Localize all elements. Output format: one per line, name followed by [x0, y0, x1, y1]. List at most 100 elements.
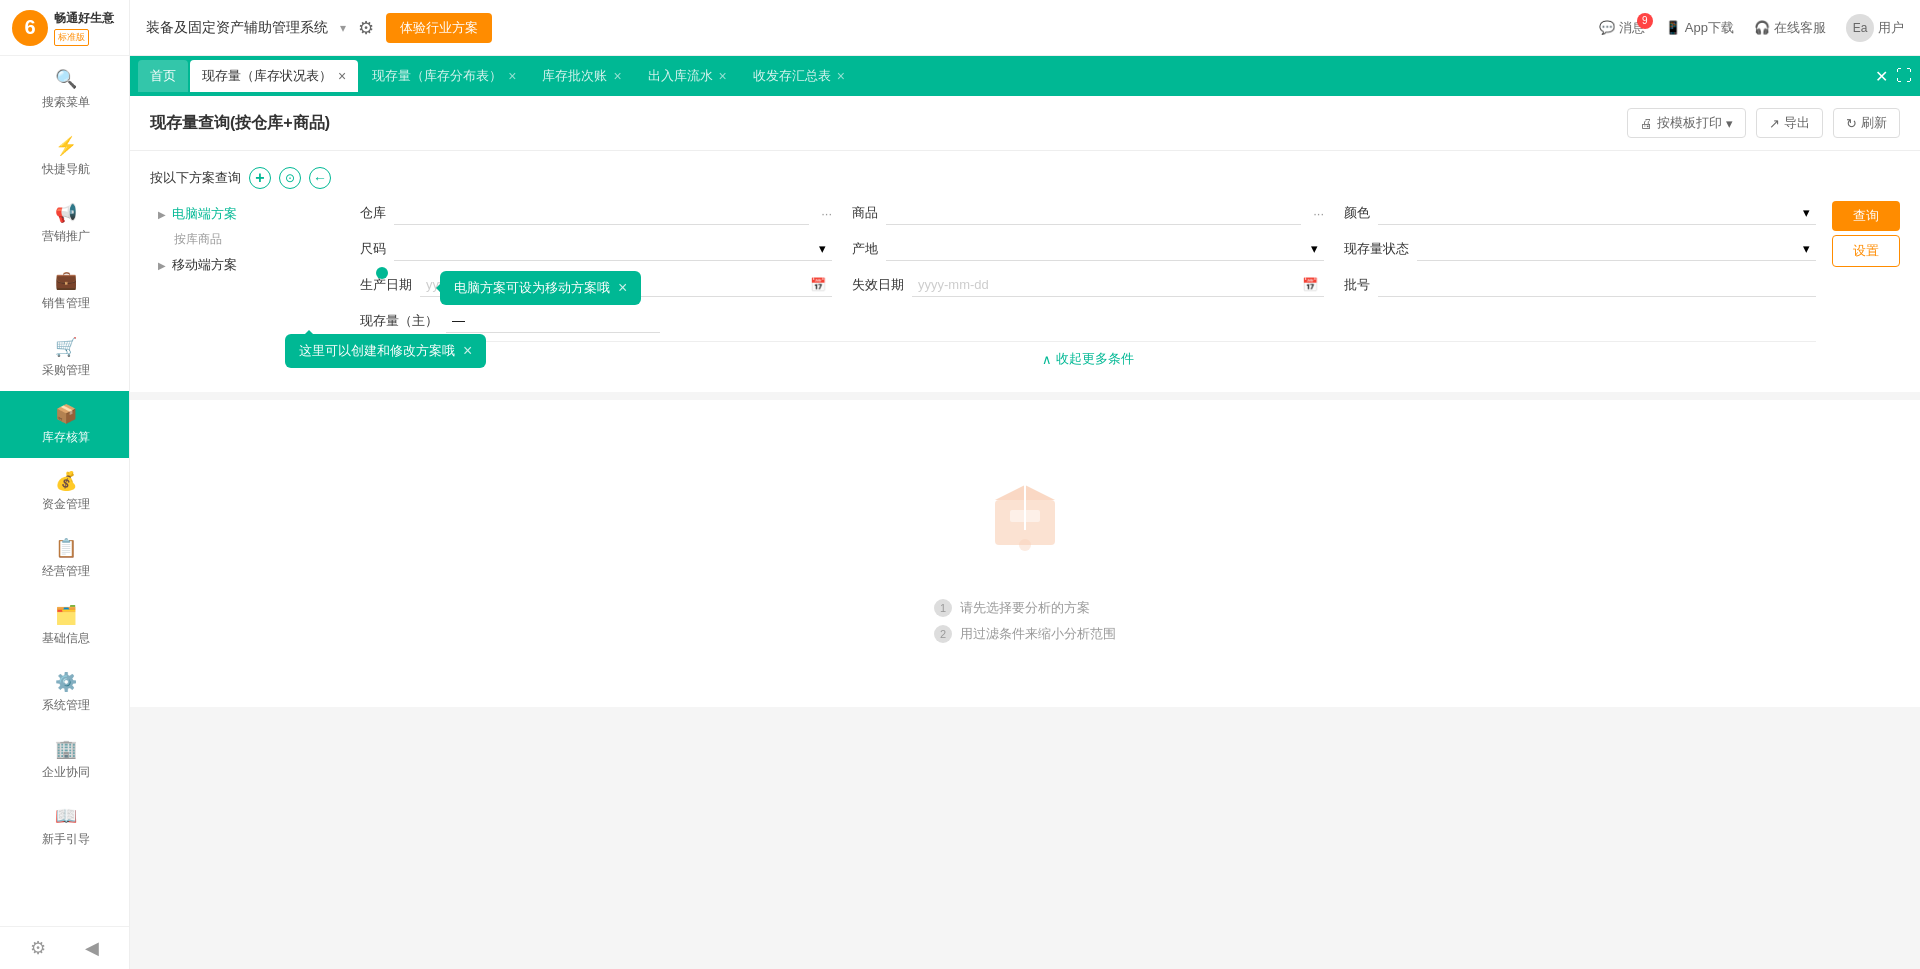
calendar-icon: 📅: [810, 277, 826, 292]
service-icon: 🎧: [1754, 20, 1770, 35]
stock-qty-dash: —: [452, 313, 465, 328]
sidebar-item-operations[interactable]: 📋 经营管理: [0, 525, 129, 592]
sidebar-nav: 🔍 搜索菜单 ⚡ 快捷导航 📢 营销推广 💼 销售管理 🛒 采购管理 📦 库存核…: [0, 56, 129, 926]
edit-tooltip-text: 这里可以创建和修改方案哦: [299, 342, 455, 360]
goods-dots-icon[interactable]: ···: [1313, 206, 1324, 221]
tab-inventory-dist[interactable]: 现存量（库存分布表） ×: [360, 60, 528, 92]
sidebar-item-enterprise[interactable]: 🏢 企业协同: [0, 726, 129, 793]
print-btn[interactable]: 🖨 按模板打印 ▾: [1627, 108, 1746, 138]
search-icon: 🔍: [55, 68, 77, 90]
sidebar-item-basic-label: 基础信息: [42, 630, 90, 647]
tab-home[interactable]: 首页: [138, 60, 188, 92]
tab-close-icon-2[interactable]: ×: [508, 68, 516, 84]
expiry-date-input[interactable]: yyyy-mm-dd 📅: [912, 273, 1324, 297]
tab-close-icon-4[interactable]: ×: [719, 68, 727, 84]
stock-status-label: 现存量状态: [1344, 240, 1409, 258]
page-header: 现存量查询(按仓库+商品) 🖨 按模板打印 ▾ ↗ 导出 ↻ 刷新: [130, 96, 1920, 151]
dot-teal: [376, 267, 388, 279]
page-title: 现存量查询(按仓库+商品): [150, 113, 330, 134]
calendar-icon-2: 📅: [1302, 277, 1318, 292]
color-select[interactable]: ▾: [1378, 201, 1816, 225]
tab-close-icon-5[interactable]: ×: [837, 68, 845, 84]
sidebar-item-inventory[interactable]: 📦 库存核算: [0, 391, 129, 458]
sidebar-item-enterprise-label: 企业协同: [42, 764, 90, 781]
filter-row-4: 现存量（主） —: [360, 309, 1816, 333]
filter-arrow-btn[interactable]: ←: [309, 167, 331, 189]
collapse-sidebar-icon[interactable]: ◀: [85, 937, 99, 959]
goods-input[interactable]: [886, 201, 1301, 225]
stock-qty-range[interactable]: —: [446, 309, 660, 333]
goods-label: 商品: [852, 204, 878, 222]
inventory-icon: 📦: [55, 403, 77, 425]
user-area[interactable]: Ea 用户: [1846, 14, 1904, 42]
sidebar-item-basic[interactable]: 🗂️ 基础信息: [0, 592, 129, 659]
tab-batch-account[interactable]: 库存批次账 ×: [530, 60, 633, 92]
scheme-item-mobile[interactable]: ▶ 移动端方案: [150, 252, 340, 278]
refresh-btn[interactable]: ↻ 刷新: [1833, 108, 1900, 138]
tab-collect-summary[interactable]: 收发存汇总表 ×: [741, 60, 857, 92]
empty-icon: [975, 460, 1075, 579]
sidebar-item-guide[interactable]: 📖 新手引导: [0, 793, 129, 860]
mobile-scheme-label: 移动端方案: [172, 256, 237, 274]
search-btn[interactable]: 查询: [1832, 201, 1900, 231]
sidebar-item-system[interactable]: ⚙️ 系统管理: [0, 659, 129, 726]
industry-btn[interactable]: 体验行业方案: [386, 13, 492, 43]
sidebar-item-quick[interactable]: ⚡ 快捷导航: [0, 123, 129, 190]
tab-inventory-status[interactable]: 现存量（库存状况表） ×: [190, 60, 358, 92]
tab-inout-flow[interactable]: 出入库流水 ×: [636, 60, 739, 92]
settings-icon[interactable]: ⚙: [358, 17, 374, 39]
system-dropdown-icon[interactable]: ▾: [340, 21, 346, 35]
collapse-label: 收起更多条件: [1056, 350, 1134, 368]
tab-expand-icon[interactable]: ⛶: [1896, 67, 1912, 85]
online-service-item[interactable]: 🎧 在线客服: [1754, 19, 1826, 37]
size-select[interactable]: ▾: [394, 237, 832, 261]
tab-close-all-icon[interactable]: ✕: [1875, 67, 1888, 86]
origin-dropdown-icon: ▾: [1311, 241, 1318, 256]
filter-copy-btn[interactable]: ⊙: [279, 167, 301, 189]
phone-icon: 📱: [1665, 20, 1681, 35]
tip-num-2: 2: [934, 625, 952, 643]
sidebar-item-search[interactable]: 🔍 搜索菜单: [0, 56, 129, 123]
collapse-up-icon: ∧: [1042, 352, 1052, 367]
page-actions: 🖨 按模板打印 ▾ ↗ 导出 ↻ 刷新: [1627, 108, 1900, 138]
tab-close-icon-3[interactable]: ×: [613, 68, 621, 84]
purchase-icon: 🛒: [55, 336, 77, 358]
set-btn[interactable]: 设置: [1832, 235, 1900, 267]
export-icon: ↗: [1769, 116, 1780, 131]
empty-tip-2: 2 用过滤条件来缩小分析范围: [934, 621, 1116, 647]
scheme-tooltip-close[interactable]: ×: [618, 279, 627, 297]
sidebar-item-purchase-label: 采购管理: [42, 362, 90, 379]
stock-status-select[interactable]: ▾: [1417, 237, 1816, 261]
pc-scheme-arrow: ▶: [158, 209, 166, 220]
sidebar-item-finance[interactable]: 💰 资金管理: [0, 458, 129, 525]
empty-tips: 1 请先选择要分析的方案 2 用过滤条件来缩小分析范围: [934, 595, 1116, 647]
sidebar-item-marketing[interactable]: 📢 营销推广: [0, 190, 129, 257]
online-service-label: 在线客服: [1774, 19, 1826, 37]
edit-tooltip-close[interactable]: ×: [463, 342, 472, 360]
sidebar-item-purchase[interactable]: 🛒 采购管理: [0, 324, 129, 391]
enterprise-icon: 🏢: [55, 738, 77, 760]
warehouse-dots-icon[interactable]: ···: [821, 206, 832, 221]
empty-state: 1 请先选择要分析的方案 2 用过滤条件来缩小分析范围: [130, 400, 1920, 707]
sidebar-item-sales[interactable]: 💼 销售管理: [0, 257, 129, 324]
pc-sub-item1[interactable]: 按库商品: [174, 229, 332, 250]
scheme-item-pc[interactable]: ▶ 电脑端方案: [150, 201, 340, 227]
filter-cell-goods: 商品 ···: [852, 201, 1324, 225]
svg-point-4: [1019, 539, 1031, 551]
message-item[interactable]: 💬 消息 9: [1599, 19, 1645, 37]
marketing-icon: 📢: [55, 202, 77, 224]
warehouse-input[interactable]: [394, 201, 809, 225]
filter-add-btn[interactable]: +: [249, 167, 271, 189]
tab-close-icon[interactable]: ×: [338, 68, 346, 84]
collapse-btn[interactable]: ∧ 收起更多条件: [360, 341, 1816, 376]
origin-select[interactable]: ▾: [886, 237, 1324, 261]
batch-input[interactable]: [1378, 273, 1816, 297]
filter-cell-stock-status: 现存量状态 ▾: [1344, 237, 1816, 261]
filter-cell-color: 颜色 ▾: [1344, 201, 1816, 225]
settings-bottom-icon[interactable]: ⚙: [30, 937, 46, 959]
filter-cell-origin: 产地 ▾: [852, 237, 1324, 261]
sidebar-item-guide-label: 新手引导: [42, 831, 90, 848]
pc-scheme-label: 电脑端方案: [172, 205, 237, 223]
export-btn[interactable]: ↗ 导出: [1756, 108, 1823, 138]
app-download-item[interactable]: 📱 App下载: [1665, 19, 1734, 37]
